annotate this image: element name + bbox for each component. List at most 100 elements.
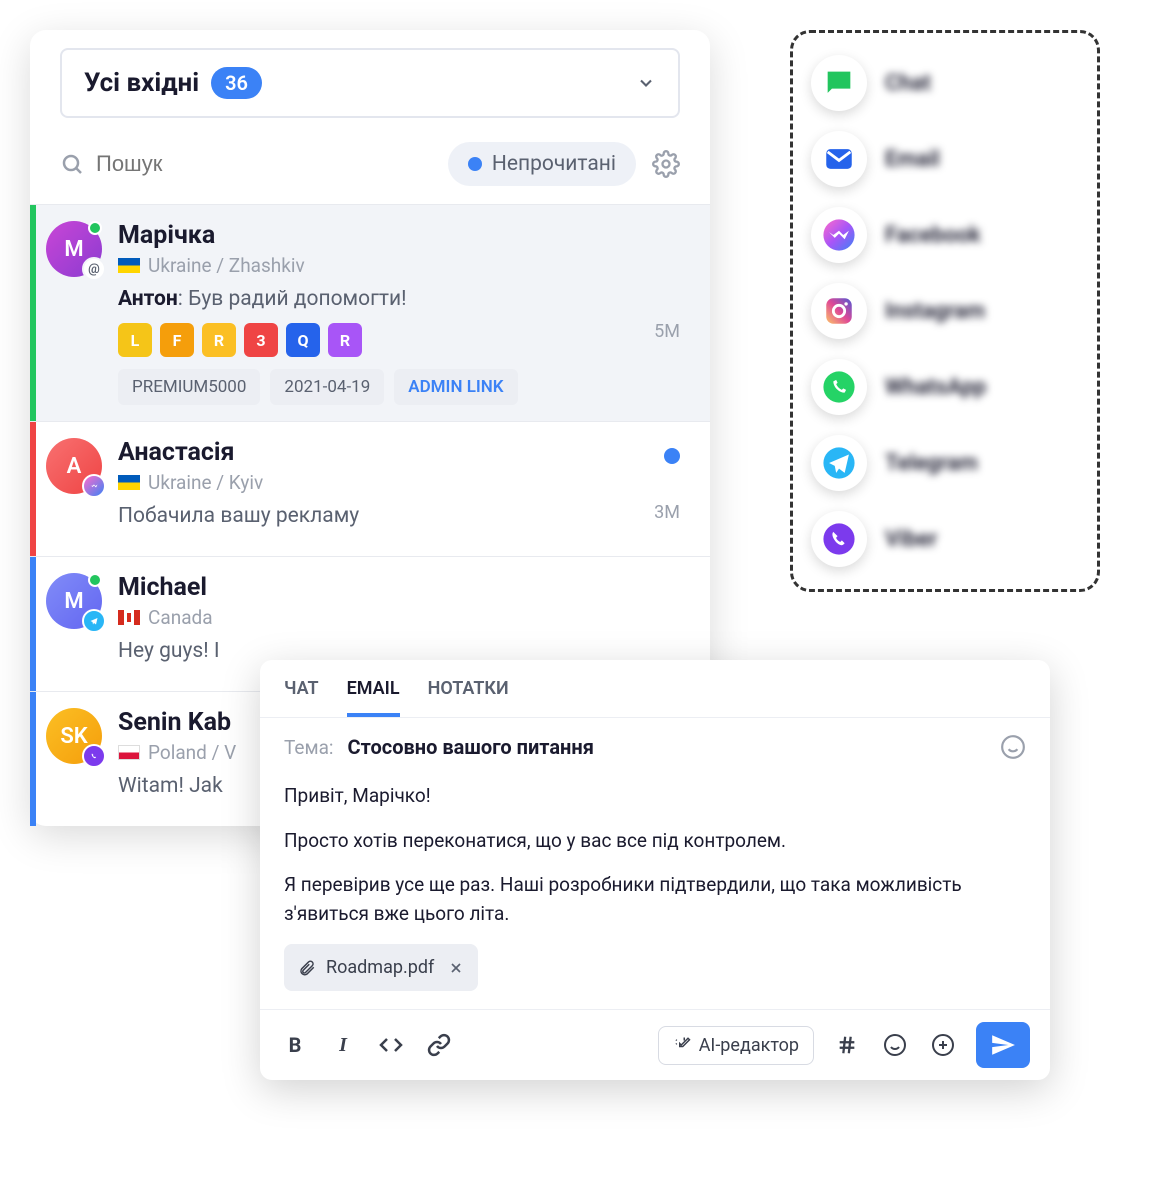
compose-paragraph: Я перевірив усе ще раз. Наші розробники …: [284, 871, 1026, 928]
flag-icon: [118, 258, 140, 273]
compose-paragraph: Просто хотів переконатися, що у вас все …: [284, 827, 1026, 856]
bold-button[interactable]: B: [280, 1030, 310, 1060]
search-input[interactable]: [96, 151, 448, 177]
meta-row: PREMIUM5000 2021-04-19 ADMIN LINK: [118, 369, 680, 405]
chat-icon: [811, 55, 867, 111]
filter-unread-chip[interactable]: Непрочитані: [448, 142, 636, 186]
contact-location: Canada: [118, 606, 680, 629]
channel-label: Instagram: [885, 299, 985, 324]
channel-item[interactable]: Chat: [811, 45, 1079, 121]
priority-stripe: [30, 557, 36, 691]
avatar: M: [46, 573, 102, 629]
tag-badge[interactable]: Q: [286, 323, 320, 357]
channel-label: Email: [885, 147, 940, 172]
meta-chip[interactable]: PREMIUM5000: [118, 369, 260, 405]
message-preview: Побачила вашу рекламу: [118, 504, 680, 528]
channel-item[interactable]: Email: [811, 121, 1079, 197]
flag-icon: [118, 610, 140, 625]
avatar: M@: [46, 221, 102, 277]
channel-label: Chat: [885, 71, 931, 96]
contact-name: Анастасія: [118, 438, 680, 467]
compose-tabs: ЧАТ EMAIL НОТАТКИ: [260, 660, 1050, 717]
emoticon-button[interactable]: [880, 1030, 910, 1060]
tag-badge[interactable]: L: [118, 323, 152, 357]
presence-indicator: [88, 573, 102, 587]
conversation-body: Анастасія Ukraine / Kyiv Побачила вашу рек…: [118, 438, 680, 540]
tag-badge[interactable]: 3: [244, 323, 278, 357]
unread-dot-icon: [664, 448, 680, 464]
close-icon[interactable]: [448, 960, 464, 976]
viber-icon: [811, 511, 867, 567]
hashtag-button[interactable]: [832, 1030, 862, 1060]
compose-paragraph: Привіт, Марічко!: [284, 782, 1026, 811]
channel-item[interactable]: Telegram: [811, 425, 1079, 501]
meta-chip[interactable]: 2021-04-19: [270, 369, 384, 405]
contact-name: Michael: [118, 573, 680, 602]
priority-stripe: [30, 422, 36, 556]
tab-нотатки[interactable]: НОТАТКИ: [428, 678, 509, 717]
paperclip-icon: [298, 959, 316, 977]
compose-panel: ЧАТ EMAIL НОТАТКИ Тема: Стосовно вашого пи…: [260, 660, 1050, 1080]
chevron-down-icon: [636, 73, 656, 93]
contact-name: Марічка: [118, 221, 680, 250]
flag-icon: [118, 475, 140, 490]
conversation-item[interactable]: M@ Марічка Ukraine / Zhashkiv Антон: Був ра…: [30, 204, 710, 421]
channel-item[interactable]: Instagram: [811, 273, 1079, 349]
contact-location: Ukraine / Zhashkiv: [118, 254, 680, 277]
contact-location: Ukraine / Kyiv: [118, 471, 680, 494]
search-icon: [60, 152, 84, 176]
flag-icon: [118, 745, 140, 760]
subject-label: Тема:: [284, 736, 334, 759]
telegram-icon: [82, 609, 106, 633]
dropdown-label: Усі вхідні: [84, 68, 199, 98]
tab-email[interactable]: EMAIL: [347, 678, 400, 717]
search-row: Непрочитані: [30, 132, 710, 204]
presence-indicator: [88, 221, 102, 235]
emoji-icon[interactable]: [1000, 734, 1026, 760]
tag-badge[interactable]: R: [328, 323, 362, 357]
inbox-folder-dropdown[interactable]: Усі вхідні 36: [60, 48, 680, 118]
channel-item[interactable]: WhatsApp: [811, 349, 1079, 425]
add-button[interactable]: [928, 1030, 958, 1060]
send-button[interactable]: [976, 1022, 1030, 1068]
telegram-icon: [811, 435, 867, 491]
italic-button[interactable]: I: [328, 1030, 358, 1060]
email-icon: @: [82, 257, 106, 281]
message-preview: Антон: Був радий допомогти!: [118, 287, 680, 311]
ai-editor-button[interactable]: AI-редактор: [658, 1026, 814, 1065]
tags-row: LFR3QR: [118, 323, 680, 357]
channel-label: Facebook: [885, 223, 981, 248]
attachment-chip[interactable]: Roadmap.pdf: [284, 944, 478, 991]
avatar: SK: [46, 708, 102, 764]
priority-stripe: [30, 205, 36, 421]
messenger-icon: [811, 207, 867, 263]
email-icon: [811, 131, 867, 187]
attachment-name: Roadmap.pdf: [326, 954, 434, 981]
priority-stripe: [30, 692, 36, 826]
gear-icon[interactable]: [652, 150, 680, 178]
compose-body[interactable]: Привіт, Марічко! Просто хотів переконатис…: [260, 776, 1050, 1009]
channel-label: Telegram: [885, 451, 978, 476]
channels-sidebar: Chat Email Facebook Instagram WhatsApp Telegr…: [790, 30, 1100, 592]
timestamp: 5M: [654, 321, 680, 342]
whatsapp-icon: [811, 359, 867, 415]
tab-чат[interactable]: ЧАТ: [284, 678, 319, 717]
ai-editor-label: AI-редактор: [699, 1035, 799, 1056]
meta-chip[interactable]: ADMIN LINK: [394, 369, 517, 405]
conversation-body: Марічка Ukraine / Zhashkiv Антон: Був ради…: [118, 221, 680, 405]
channel-item[interactable]: Viber: [811, 501, 1079, 577]
timestamp: 3M: [654, 502, 680, 523]
compose-toolbar: B I AI-редактор: [260, 1009, 1050, 1080]
subject-input[interactable]: Стосовно вашого питання: [348, 735, 1000, 759]
instagram-icon: [811, 283, 867, 339]
viber-icon: [82, 744, 106, 768]
code-button[interactable]: [376, 1030, 406, 1060]
tag-badge[interactable]: R: [202, 323, 236, 357]
link-button[interactable]: [424, 1030, 454, 1060]
channel-item[interactable]: Facebook: [811, 197, 1079, 273]
filter-label: Непрочитані: [492, 152, 616, 176]
avatar: A: [46, 438, 102, 494]
tag-badge[interactable]: F: [160, 323, 194, 357]
unread-indicator-icon: [468, 157, 482, 171]
conversation-item[interactable]: A Анастасія Ukraine / Kyiv Побачила вашу ре…: [30, 421, 710, 556]
